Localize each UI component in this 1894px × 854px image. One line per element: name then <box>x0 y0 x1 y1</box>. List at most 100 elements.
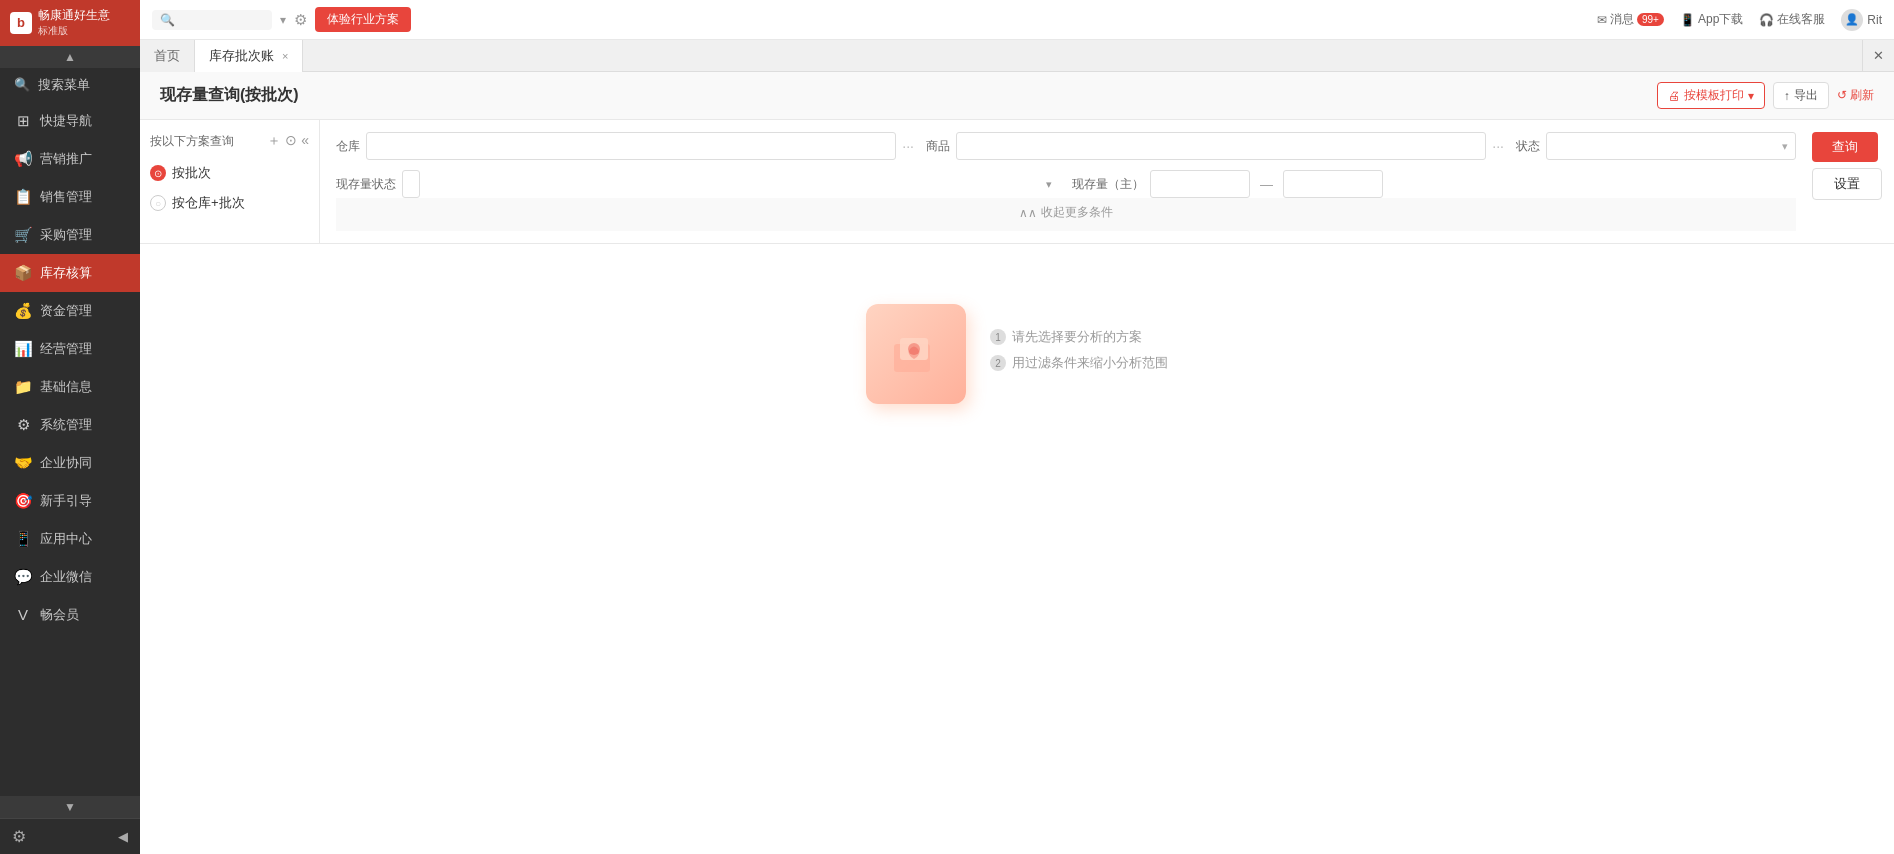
marketing-icon: 📢 <box>14 150 32 168</box>
scheme-sidebar: 按以下方案查询 ＋ ⊙ « ⊙ 按批次 ○ 按仓库+批次 <box>140 120 320 243</box>
sidebar-item-basics[interactable]: 📁 基础信息 <box>0 368 140 406</box>
set-btn[interactable]: 设置 <box>1812 168 1882 200</box>
product-label: 商品 <box>926 138 950 155</box>
status-field: 状态 ▾ <box>1516 132 1796 160</box>
sidebar-search-label: 搜索菜单 <box>38 76 90 94</box>
purchase-icon: 🛒 <box>14 226 32 244</box>
sidebar-item-quick-nav[interactable]: ⊞ 快捷导航 <box>0 102 140 140</box>
notifications-label: 消息 <box>1610 11 1634 28</box>
appstore-icon: 📱 <box>14 530 32 548</box>
sidebar-footer: ⚙ ◀ <box>0 818 140 854</box>
app-download-label: App下载 <box>1698 11 1743 28</box>
sidebar-item-label: 系统管理 <box>40 416 92 434</box>
add-scheme-icon[interactable]: ＋ <box>267 132 281 150</box>
search-icon: 🔍 <box>14 77 30 92</box>
sidebar-item-sales[interactable]: 📋 销售管理 <box>0 178 140 216</box>
sidebar-item-appstore[interactable]: 📱 应用中心 <box>0 520 140 558</box>
refresh-btn[interactable]: ↺ 刷新 <box>1837 87 1874 104</box>
sidebar-item-guide[interactable]: 🎯 新手引导 <box>0 482 140 520</box>
collapse-sidebar-icon[interactable]: ◀ <box>118 829 128 844</box>
app-edition: 标准版 <box>38 24 110 38</box>
stock-qty-min-input[interactable] <box>1150 170 1250 198</box>
product-input[interactable] <box>956 132 1486 160</box>
notifications-btn[interactable]: ✉ 消息 99+ <box>1597 11 1664 28</box>
panel-close-btn[interactable]: ✕ <box>1862 40 1894 72</box>
sidebar-item-label: 企业协同 <box>40 454 92 472</box>
online-service-label: 在线客服 <box>1777 11 1825 28</box>
sidebar-item-label: 新手引导 <box>40 492 92 510</box>
user-name: Rit <box>1867 13 1882 27</box>
status-input[interactable] <box>1546 132 1796 160</box>
scheme-item-warehouse-batch[interactable]: ○ 按仓库+批次 <box>140 188 319 218</box>
product-more-icon[interactable]: ··· <box>1492 138 1504 154</box>
stock-status-select-wrap <box>402 170 1060 198</box>
sidebar-item-label: 快捷导航 <box>40 112 92 130</box>
topbar: 🔍 ▾ ⚙ 体验行业方案 ✉ 消息 99+ 📱 App下载 🎧 在线客服 👤 R… <box>140 0 1894 40</box>
scroll-up-btn[interactable]: ▲ <box>0 46 140 68</box>
refresh-label: 刷新 <box>1850 88 1874 102</box>
collapse-more-btn[interactable]: ∧∧ 收起更多条件 <box>336 198 1796 231</box>
user-profile[interactable]: 👤 Rit <box>1841 9 1882 31</box>
empty-illustration <box>866 304 966 404</box>
sidebar-item-marketing[interactable]: 📢 营销推广 <box>0 140 140 178</box>
print-label: 按模板打印 <box>1684 87 1744 104</box>
main-area: 🔍 ▾ ⚙ 体验行业方案 ✉ 消息 99+ 📱 App下载 🎧 在线客服 👤 R… <box>140 0 1894 854</box>
sidebar-item-weixin[interactable]: 💬 企业微信 <box>0 558 140 596</box>
filter-row-1: 仓库 ··· 商品 ··· 状态 ▾ <box>336 132 1796 160</box>
experience-btn[interactable]: 体验行业方案 <box>315 7 411 32</box>
tab-close-btn[interactable]: × <box>282 50 288 62</box>
basics-icon: 📁 <box>14 378 32 396</box>
sidebar-search[interactable]: 🔍 搜索菜单 <box>0 68 140 102</box>
settings-icon[interactable]: ⚙ <box>12 827 26 846</box>
chevron-up-icon: ∧∧ <box>1019 206 1037 220</box>
warehouse-input[interactable] <box>366 132 896 160</box>
stock-status-select[interactable] <box>402 170 420 198</box>
scheme-label: 按仓库+批次 <box>172 194 245 212</box>
scroll-down-btn[interactable]: ▼ <box>0 796 140 818</box>
sidebar-item-purchase[interactable]: 🛒 采购管理 <box>0 216 140 254</box>
tab-inventory-batch[interactable]: 库存批次账 × <box>195 40 303 72</box>
sidebar-item-operation[interactable]: 📊 经营管理 <box>0 330 140 368</box>
tab-bar: 首页 库存批次账 × ✕ <box>140 40 1894 72</box>
sidebar-item-system[interactable]: ⚙ 系统管理 <box>0 406 140 444</box>
query-btn[interactable]: 查询 <box>1812 132 1878 162</box>
phone-icon: 📱 <box>1680 13 1695 27</box>
sidebar-item-label: 企业微信 <box>40 568 92 586</box>
sidebar-item-label: 资金管理 <box>40 302 92 320</box>
guide-icon: 🎯 <box>14 492 32 510</box>
app-download-btn[interactable]: 📱 App下载 <box>1680 11 1743 28</box>
filter-form: 仓库 ··· 商品 ··· 状态 ▾ <box>320 120 1812 243</box>
stock-qty-max-input[interactable] <box>1283 170 1383 198</box>
warehouse-more-icon[interactable]: ··· <box>902 138 914 154</box>
online-service-btn[interactable]: 🎧 在线客服 <box>1759 11 1825 28</box>
collapse-more-label: 收起更多条件 <box>1041 204 1113 221</box>
filter-row-2: 现存量状态 现存量（主） — <box>336 170 1796 198</box>
sidebar-item-label: 库存核算 <box>40 264 92 282</box>
quick-nav-icon: ⊞ <box>14 112 32 130</box>
tab-home[interactable]: 首页 <box>140 40 195 72</box>
sidebar-item-vip[interactable]: V 畅会员 <box>0 596 140 634</box>
print-btn[interactable]: 🖨 按模板打印 ▾ <box>1657 82 1765 109</box>
empty-state: 1 请先选择要分析的方案 2 用过滤条件来缩小分析范围 <box>140 244 1894 464</box>
inventory-icon: 📦 <box>14 264 32 282</box>
range-dash: — <box>1256 177 1277 192</box>
sidebar-item-enterprise[interactable]: 🤝 企业协同 <box>0 444 140 482</box>
sidebar-item-label: 基础信息 <box>40 378 92 396</box>
search-icon: 🔍 <box>160 13 175 27</box>
export-btn[interactable]: ↑ 导出 <box>1773 82 1829 109</box>
operation-icon: 📊 <box>14 340 32 358</box>
weixin-icon: 💬 <box>14 568 32 586</box>
scheme-collapse-icon[interactable]: « <box>301 132 309 150</box>
sidebar-item-inventory[interactable]: 📦 库存核算 <box>0 254 140 292</box>
scheme-item-batch[interactable]: ⊙ 按批次 <box>140 158 319 188</box>
scheme-settings-icon[interactable]: ⊙ <box>285 132 297 150</box>
enterprise-icon: 🤝 <box>14 454 32 472</box>
system-icon: ⚙ <box>14 416 32 434</box>
topbar-chevron-icon[interactable]: ▾ <box>280 13 286 27</box>
topbar-search-box[interactable]: 🔍 <box>152 10 272 30</box>
hint-num-2: 2 <box>990 355 1006 371</box>
topbar-gear-icon[interactable]: ⚙ <box>294 11 307 29</box>
filter-panel-wrapper: 按以下方案查询 ＋ ⊙ « ⊙ 按批次 ○ 按仓库+批次 <box>140 120 1894 244</box>
sidebar-item-finance[interactable]: 💰 资金管理 <box>0 292 140 330</box>
status-label: 状态 <box>1516 138 1540 155</box>
